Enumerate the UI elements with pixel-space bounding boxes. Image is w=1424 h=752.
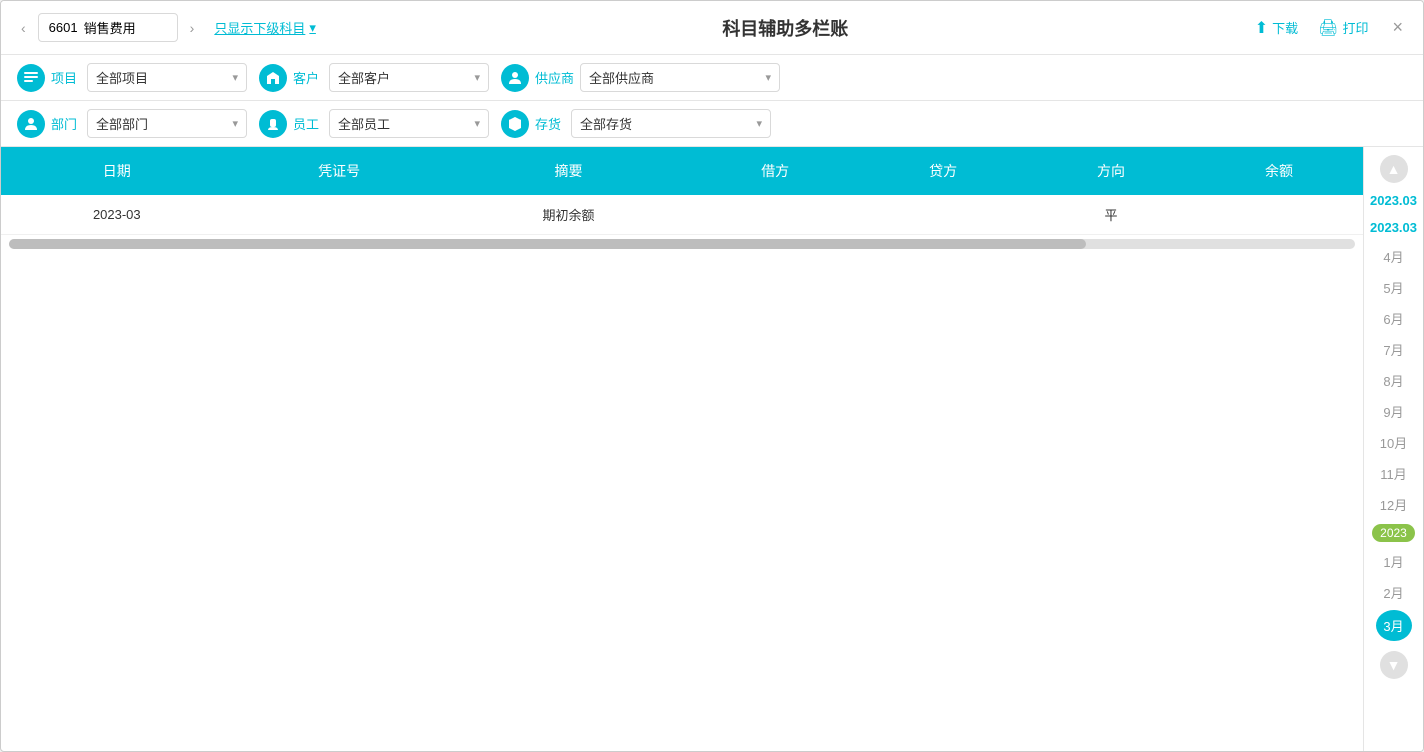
month-item-9[interactable]: 9月 bbox=[1364, 396, 1423, 427]
filter-supplier: 供应商 全部供应商 ▾ bbox=[501, 63, 780, 92]
scrollbar-thumb bbox=[9, 239, 1086, 249]
supplier-label: 供应商 bbox=[535, 68, 574, 87]
department-value: 全部部门 bbox=[96, 114, 148, 133]
department-arrow-icon: ▾ bbox=[232, 117, 238, 130]
page-title: 科目辅助多栏账 bbox=[324, 15, 1247, 41]
project-value: 全部项目 bbox=[96, 68, 148, 87]
month-item-8[interactable]: 8月 bbox=[1364, 365, 1423, 396]
col-balance: 余额 bbox=[1195, 147, 1363, 195]
up-arrow-icon: ▲ bbox=[1387, 161, 1401, 177]
toolbar-right: ⬆ 下载 🖨 打印 × bbox=[1255, 17, 1407, 38]
customer-label: 客户 bbox=[293, 68, 323, 87]
download-button[interactable]: ⬆ 下载 bbox=[1255, 18, 1298, 38]
customer-icon bbox=[259, 64, 287, 92]
nav-prev-button[interactable]: ‹ bbox=[17, 18, 30, 38]
filter-inventory: 存货 全部存货 ▾ bbox=[501, 109, 771, 138]
employee-label: 员工 bbox=[293, 114, 323, 133]
print-icon: 🖨 bbox=[1318, 18, 1338, 38]
print-label: 打印 bbox=[1342, 18, 1368, 37]
project-icon bbox=[17, 64, 45, 92]
col-date: 日期 bbox=[1, 147, 233, 195]
content-area: 日期 凭证号 摘要 借方 贷方 方向 余额 2023-03 期初余额 bbox=[1, 147, 1423, 751]
cell-summary: 期初余额 bbox=[446, 195, 691, 235]
account-name-value: 销售费用 bbox=[84, 18, 136, 37]
side-panel-inner: ▲ 2023.03 2023.03 4月 5月 6月 7月 8月 9月 10月 … bbox=[1364, 147, 1423, 687]
scroll-down-button[interactable]: ▼ bbox=[1380, 651, 1408, 679]
month-item-1[interactable]: 1月 bbox=[1364, 546, 1423, 577]
supplier-icon bbox=[501, 64, 529, 92]
account-code-value: 6601 bbox=[49, 20, 78, 35]
cell-voucher bbox=[233, 195, 446, 235]
show-sub-account-button[interactable]: 只显示下级科目 ▾ bbox=[214, 18, 316, 37]
month-item-2[interactable]: 2月 bbox=[1364, 577, 1423, 608]
department-select[interactable]: 全部部门 ▾ bbox=[87, 109, 247, 138]
horizontal-scrollbar[interactable] bbox=[9, 239, 1355, 249]
filter-btn-label: 只显示下级科目 bbox=[214, 18, 305, 37]
month-item-12[interactable]: 12月 bbox=[1364, 489, 1423, 520]
filter-arrow-icon: ▾ bbox=[309, 20, 316, 36]
month-item-3-active[interactable]: 3月 bbox=[1376, 610, 1412, 641]
filter-row-1: 项目 全部项目 ▾ 客户 全部客户 ▾ bbox=[1, 55, 1423, 101]
employee-arrow-icon: ▾ bbox=[474, 117, 480, 130]
department-label: 部门 bbox=[51, 114, 81, 133]
customer-select[interactable]: 全部客户 ▾ bbox=[329, 63, 489, 92]
supplier-value: 全部供应商 bbox=[589, 68, 654, 87]
month-item-4[interactable]: 4月 bbox=[1364, 241, 1423, 272]
cell-date: 2023-03 bbox=[1, 195, 233, 235]
print-button[interactable]: 🖨 打印 bbox=[1318, 18, 1368, 38]
period-item-2023-03-first[interactable]: 2023.03 bbox=[1364, 187, 1423, 214]
col-summary: 摘要 bbox=[446, 147, 691, 195]
download-label: 下载 bbox=[1272, 18, 1298, 37]
customer-value: 全部客户 bbox=[338, 68, 390, 87]
filter-project: 项目 全部项目 ▾ bbox=[17, 63, 247, 92]
main-table: 日期 凭证号 摘要 借方 贷方 方向 余额 2023-03 期初余额 bbox=[1, 147, 1363, 235]
down-arrow-icon: ▼ bbox=[1387, 657, 1401, 673]
inventory-select[interactable]: 全部存货 ▾ bbox=[571, 109, 771, 138]
download-icon: ⬆ bbox=[1255, 18, 1268, 38]
department-icon bbox=[17, 110, 45, 138]
table-row: 2023-03 期初余额 平 bbox=[1, 195, 1363, 235]
inventory-value: 全部存货 bbox=[580, 114, 632, 133]
employee-icon bbox=[259, 110, 287, 138]
col-direction: 方向 bbox=[1027, 147, 1195, 195]
supplier-arrow-icon: ▾ bbox=[765, 71, 771, 84]
nav-next-button[interactable]: › bbox=[186, 18, 199, 38]
inventory-icon bbox=[501, 110, 529, 138]
year-badge: 2023 bbox=[1372, 524, 1415, 542]
project-arrow-icon: ▾ bbox=[232, 71, 238, 84]
cell-direction: 平 bbox=[1027, 195, 1195, 235]
filter-employee: 员工 全部员工 ▾ bbox=[259, 109, 489, 138]
month-item-5[interactable]: 5月 bbox=[1364, 272, 1423, 303]
employee-select[interactable]: 全部员工 ▾ bbox=[329, 109, 489, 138]
customer-arrow-icon: ▾ bbox=[474, 71, 480, 84]
filter-customer: 客户 全部客户 ▾ bbox=[259, 63, 489, 92]
title-bar: ‹ 6601 销售费用 › 只显示下级科目 ▾ 科目辅助多栏账 ⬆ 下载 🖨 打… bbox=[1, 1, 1423, 55]
cell-debit bbox=[691, 195, 859, 235]
col-debit: 借方 bbox=[691, 147, 859, 195]
cell-credit bbox=[859, 195, 1027, 235]
month-item-10[interactable]: 10月 bbox=[1364, 427, 1423, 458]
project-label: 项目 bbox=[51, 68, 81, 87]
table-wrapper[interactable]: 日期 凭证号 摘要 借方 贷方 方向 余额 2023-03 期初余额 bbox=[1, 147, 1363, 751]
project-select[interactable]: 全部项目 ▾ bbox=[87, 63, 247, 92]
col-voucher: 凭证号 bbox=[233, 147, 446, 195]
table-header-row: 日期 凭证号 摘要 借方 贷方 方向 余额 bbox=[1, 147, 1363, 195]
cell-balance bbox=[1195, 195, 1363, 235]
employee-value: 全部员工 bbox=[338, 114, 390, 133]
month-item-6[interactable]: 6月 bbox=[1364, 303, 1423, 334]
month-item-11[interactable]: 11月 bbox=[1364, 458, 1423, 489]
side-panel: ▲ 2023.03 2023.03 4月 5月 6月 7月 8月 9月 10月 … bbox=[1363, 147, 1423, 751]
filter-department: 部门 全部部门 ▾ bbox=[17, 109, 247, 138]
scroll-up-button[interactable]: ▲ bbox=[1380, 155, 1408, 183]
inventory-label: 存货 bbox=[535, 114, 565, 133]
inventory-arrow-icon: ▾ bbox=[756, 117, 762, 130]
filter-row-2: 部门 全部部门 ▾ 员工 全部员工 ▾ bbox=[1, 101, 1423, 147]
col-credit: 贷方 bbox=[859, 147, 1027, 195]
account-code-field[interactable]: 6601 销售费用 bbox=[38, 13, 178, 42]
month-item-7[interactable]: 7月 bbox=[1364, 334, 1423, 365]
main-window: ‹ 6601 销售费用 › 只显示下级科目 ▾ 科目辅助多栏账 ⬆ 下载 🖨 打… bbox=[0, 0, 1424, 752]
period-item-2023-03-second[interactable]: 2023.03 bbox=[1364, 214, 1423, 241]
close-button[interactable]: × bbox=[1388, 17, 1407, 38]
supplier-select[interactable]: 全部供应商 ▾ bbox=[580, 63, 780, 92]
